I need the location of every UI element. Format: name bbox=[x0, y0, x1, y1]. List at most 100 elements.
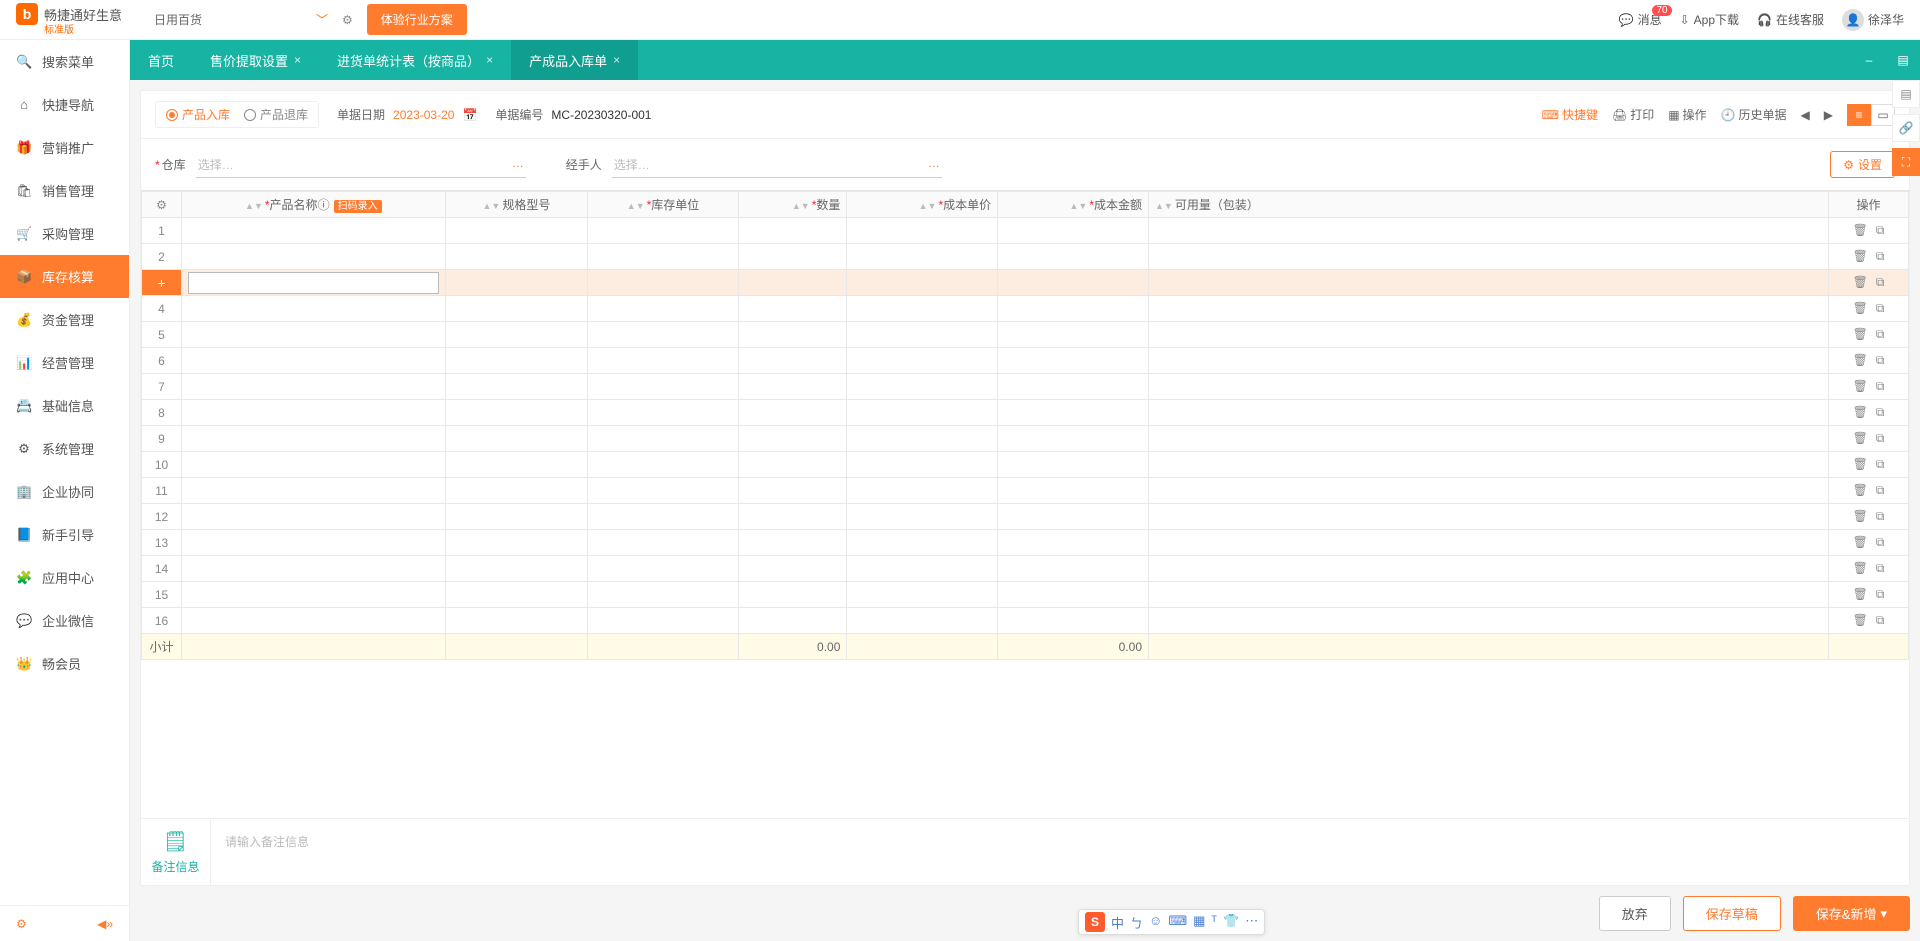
table-row[interactable]: 11🗑⧉ bbox=[142, 478, 1909, 504]
table-row[interactable]: 6🗑⧉ bbox=[142, 348, 1909, 374]
copy-row-icon[interactable]: ⧉ bbox=[1876, 379, 1885, 393]
trial-button[interactable]: 体验行业方案 bbox=[367, 4, 467, 35]
delete-row-icon[interactable]: 🗑 bbox=[1853, 509, 1868, 523]
ellipsis-icon[interactable]: … bbox=[928, 156, 940, 173]
discard-button[interactable]: 放弃 bbox=[1599, 896, 1671, 931]
ime-toolbar[interactable]: S 中ㄅ☺⌨▦ᵀ👕⋯ bbox=[1078, 909, 1265, 935]
rail-expand-icon[interactable]: ⛶ bbox=[1892, 148, 1920, 176]
tab-close-icon[interactable]: × bbox=[294, 53, 301, 67]
radio-stock-in[interactable]: 产品入库 bbox=[166, 106, 230, 123]
prev-doc-button[interactable]: ◀ bbox=[1801, 108, 1810, 122]
copy-row-icon[interactable]: ⧉ bbox=[1876, 327, 1885, 341]
support-link[interactable]: 🎧 在线客服 bbox=[1757, 11, 1824, 28]
sidebar-item-9[interactable]: ⚙系统管理 bbox=[0, 427, 129, 470]
delete-row-icon[interactable]: 🗑 bbox=[1853, 587, 1868, 601]
table-row[interactable]: 12🗑⧉ bbox=[142, 504, 1909, 530]
sidebar-item-14[interactable]: 👑畅会员 bbox=[0, 642, 129, 685]
ime-key[interactable]: ⌨ bbox=[1168, 913, 1187, 932]
tab-close-icon[interactable]: × bbox=[486, 53, 493, 67]
copy-row-icon[interactable]: ⧉ bbox=[1876, 353, 1885, 367]
sidebar-item-12[interactable]: 🧩应用中心 bbox=[0, 556, 129, 599]
delete-row-icon[interactable]: 🗑 bbox=[1853, 249, 1868, 263]
print-link[interactable]: 🖨打印 bbox=[1612, 106, 1654, 123]
scan-tag[interactable]: 扫码录入 bbox=[334, 200, 382, 213]
messages-link[interactable]: 💬 消息 70 bbox=[1619, 11, 1662, 28]
sidebar-item-11[interactable]: 📘新手引导 bbox=[0, 513, 129, 556]
copy-row-icon[interactable]: ⧉ bbox=[1876, 457, 1885, 471]
table-row[interactable]: +🗑⧉ bbox=[142, 270, 1909, 296]
table-row[interactable]: 15🗑⧉ bbox=[142, 582, 1909, 608]
sidebar-item-7[interactable]: 📊经营管理 bbox=[0, 341, 129, 384]
handler-select[interactable]: 选择…… bbox=[612, 152, 942, 178]
ellipsis-icon[interactable]: … bbox=[512, 156, 524, 173]
delete-row-icon[interactable]: 🗑 bbox=[1853, 353, 1868, 367]
save-draft-button[interactable]: 保存草稿 bbox=[1683, 896, 1781, 931]
next-doc-button[interactable]: ▶ bbox=[1824, 108, 1833, 122]
doc-date[interactable]: 2023-03-20 bbox=[393, 108, 454, 122]
tab-0[interactable]: 首页 bbox=[130, 40, 192, 80]
category-select[interactable]: 日用百货 ﹀ bbox=[146, 7, 336, 33]
sidebar-item-0[interactable]: 🔍搜索菜单 bbox=[0, 40, 129, 83]
ime-key[interactable]: 👕 bbox=[1223, 913, 1239, 932]
sidebar-item-5[interactable]: 📦库存核算 bbox=[0, 255, 129, 298]
table-row[interactable]: 7🗑⧉ bbox=[142, 374, 1909, 400]
delete-row-icon[interactable]: 🗑 bbox=[1853, 613, 1868, 627]
col-amount[interactable]: ▲▼*成本金额 bbox=[998, 192, 1149, 218]
radio-stock-out[interactable]: 产品退库 bbox=[244, 106, 308, 123]
table-row[interactable]: 8🗑⧉ bbox=[142, 400, 1909, 426]
view-list-button[interactable]: ≡ bbox=[1847, 104, 1871, 126]
col-unit[interactable]: ▲▼*库存单位 bbox=[588, 192, 739, 218]
ime-key[interactable]: ▦ bbox=[1193, 913, 1205, 932]
sidebar-collapse-icon[interactable]: ◀» bbox=[97, 917, 113, 931]
col-settings[interactable]: ⚙ bbox=[142, 192, 182, 218]
table-row[interactable]: 5🗑⧉ bbox=[142, 322, 1909, 348]
col-price[interactable]: ▲▼*成本单价 bbox=[847, 192, 998, 218]
sidebar-item-10[interactable]: 🏢企业协同 bbox=[0, 470, 129, 513]
delete-row-icon[interactable]: 🗑 bbox=[1853, 275, 1868, 289]
rail-link-icon[interactable]: 🔗 bbox=[1892, 114, 1920, 142]
tab-close-icon[interactable]: × bbox=[613, 53, 620, 67]
rail-template-icon[interactable]: ▤ bbox=[1892, 80, 1920, 108]
col-product-name[interactable]: ▲▼*产品名称ⓘ扫码录入 bbox=[182, 192, 446, 218]
tab-3[interactable]: 产成品入库单× bbox=[511, 40, 638, 80]
sidebar-item-3[interactable]: 🛍销售管理 bbox=[0, 169, 129, 212]
product-name-input[interactable] bbox=[188, 272, 439, 294]
sidebar-item-2[interactable]: 🎁营销推广 bbox=[0, 126, 129, 169]
remark-input[interactable]: 请输入备注信息 bbox=[211, 819, 1909, 885]
shortcut-link[interactable]: ⌨快捷键 bbox=[1542, 106, 1598, 123]
table-row[interactable]: 10🗑⧉ bbox=[142, 452, 1909, 478]
copy-row-icon[interactable]: ⧉ bbox=[1876, 223, 1885, 237]
table-row[interactable]: 13🗑⧉ bbox=[142, 530, 1909, 556]
settings-button[interactable]: ⚙设置 bbox=[1830, 151, 1895, 178]
category-gear-icon[interactable]: ⚙ bbox=[342, 13, 353, 27]
history-link[interactable]: 🕘历史单据 bbox=[1721, 106, 1787, 123]
col-available[interactable]: ▲▼可用量（包装） bbox=[1149, 192, 1829, 218]
delete-row-icon[interactable]: 🗑 bbox=[1853, 223, 1868, 237]
warehouse-select[interactable]: 选择…… bbox=[196, 152, 526, 178]
table-row[interactable]: 16🗑⧉ bbox=[142, 608, 1909, 634]
sidebar-item-1[interactable]: ⌂快捷导航 bbox=[0, 83, 129, 126]
table-row[interactable]: 4🗑⧉ bbox=[142, 296, 1909, 322]
calendar-icon[interactable]: 📅 bbox=[462, 108, 477, 122]
app-download-link[interactable]: ⇩ App下载 bbox=[1680, 11, 1739, 28]
delete-row-icon[interactable]: 🗑 bbox=[1853, 457, 1868, 471]
ime-key[interactable]: ᵀ bbox=[1211, 913, 1217, 932]
table-row[interactable]: 14🗑⧉ bbox=[142, 556, 1909, 582]
copy-row-icon[interactable]: ⧉ bbox=[1876, 483, 1885, 497]
copy-row-icon[interactable]: ⧉ bbox=[1876, 587, 1885, 601]
ime-key[interactable]: ㄅ bbox=[1130, 913, 1143, 932]
tab-menu-button[interactable]: ▤ bbox=[1886, 40, 1920, 80]
save-new-button[interactable]: 保存&新增▾ bbox=[1793, 896, 1910, 931]
ime-key[interactable]: 中 bbox=[1111, 913, 1124, 932]
col-spec[interactable]: ▲▼规格型号 bbox=[445, 192, 588, 218]
table-row[interactable]: 9🗑⧉ bbox=[142, 426, 1909, 452]
copy-row-icon[interactable]: ⧉ bbox=[1876, 431, 1885, 445]
table-row[interactable]: 1🗑⧉ bbox=[142, 218, 1909, 244]
copy-row-icon[interactable]: ⧉ bbox=[1876, 613, 1885, 627]
delete-row-icon[interactable]: 🗑 bbox=[1853, 431, 1868, 445]
add-row-icon[interactable]: + bbox=[153, 274, 171, 292]
delete-row-icon[interactable]: 🗑 bbox=[1853, 301, 1868, 315]
tab-2[interactable]: 进货单统计表（按商品）× bbox=[319, 40, 511, 80]
sidebar-settings-icon[interactable]: ⚙ bbox=[16, 917, 27, 931]
delete-row-icon[interactable]: 🗑 bbox=[1853, 327, 1868, 341]
